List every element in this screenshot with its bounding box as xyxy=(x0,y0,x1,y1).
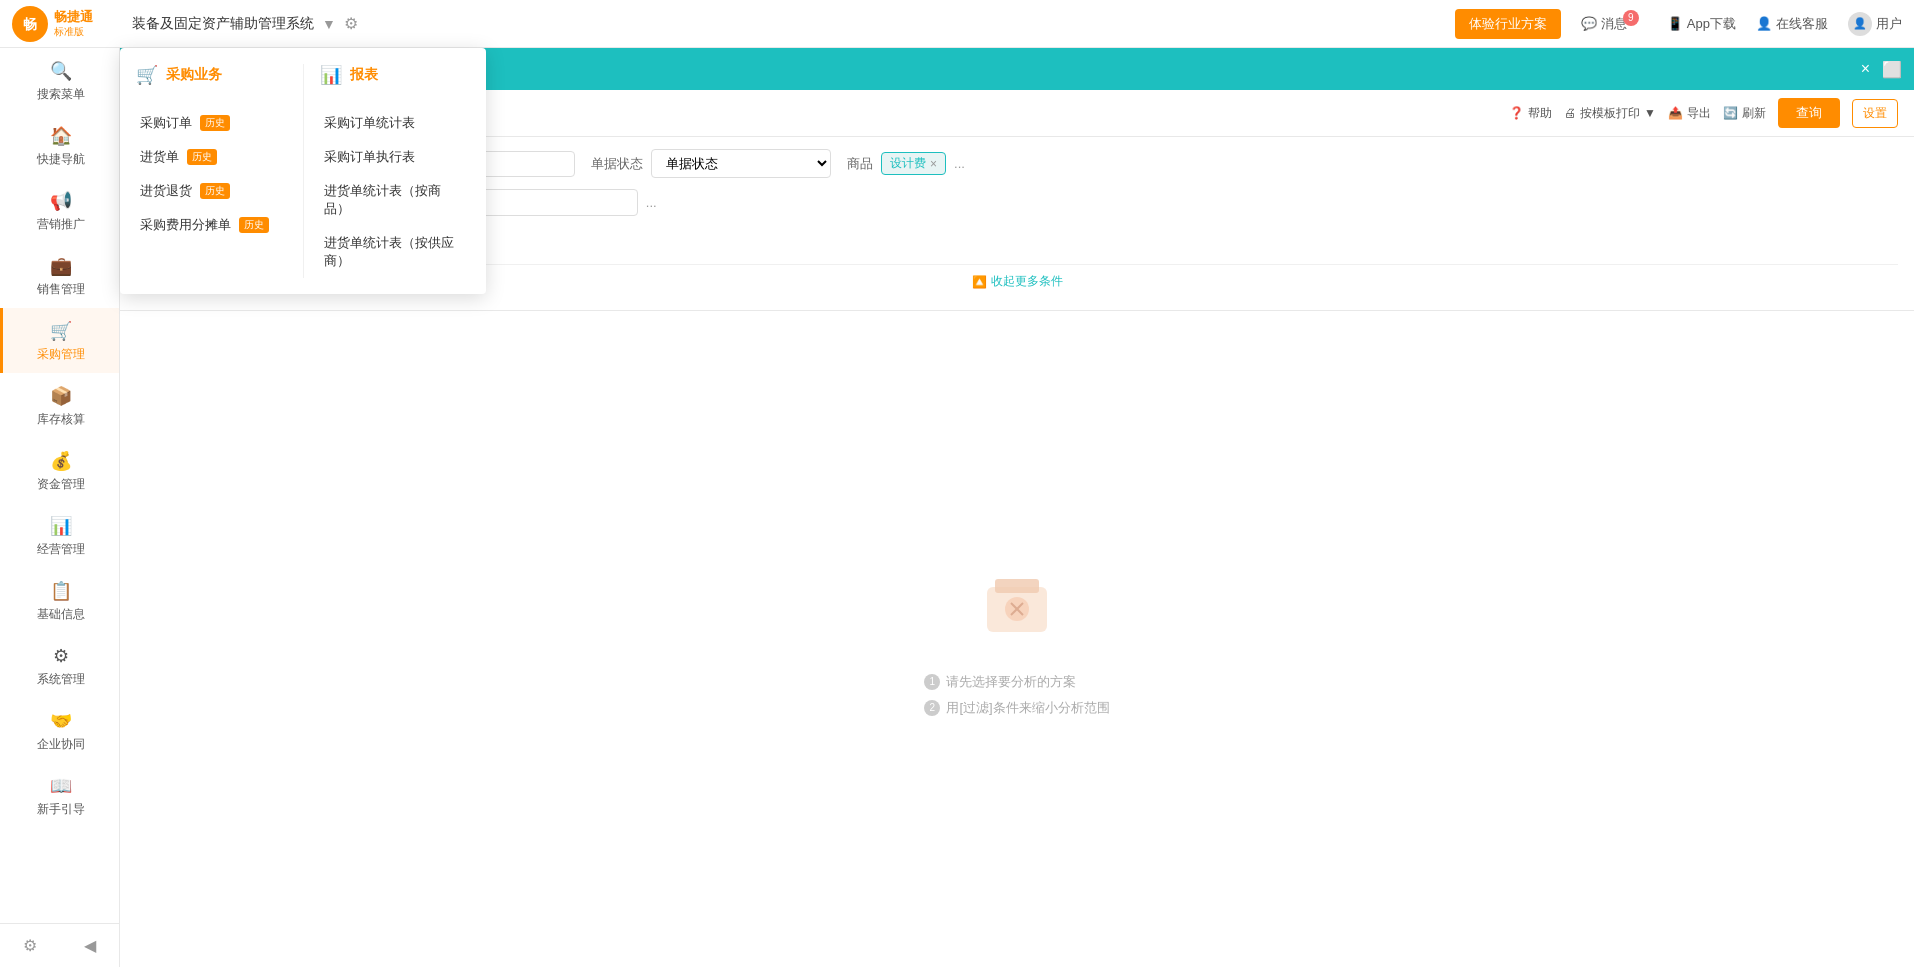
app-download-item[interactable]: 📱 App下载 xyxy=(1667,15,1736,33)
dropdown-col-purchase: 🛒 采购业务 采购订单 历史 进货单 历史 进货退货 历史 采购费用分摊单 历史 xyxy=(120,64,303,278)
header-right: 💬 消息 9 📱 App下载 👤 在线客服 👤 用户 xyxy=(1581,12,1902,36)
toolbar-right: ❓ 帮助 🖨 按模板打印 ▼ 📤 导出 🔄 刷新 xyxy=(1509,98,1898,128)
goods-more-btn[interactable]: ... xyxy=(954,156,965,171)
sidebar-item-finance[interactable]: 💰 资金管理 xyxy=(0,438,119,503)
settings-button[interactable]: 设置 xyxy=(1852,99,1898,128)
refresh-icon: 🔄 xyxy=(1723,106,1738,120)
sales-icon: 💼 xyxy=(50,255,72,277)
refresh-button[interactable]: 🔄 刷新 xyxy=(1723,105,1766,122)
finance-icon: 💰 xyxy=(50,450,72,472)
sidebar-item-operations[interactable]: 📊 经营管理 xyxy=(0,503,119,568)
print-icon: 🖨 xyxy=(1564,106,1576,120)
filter-goods: 商品 设计费 × ... xyxy=(847,152,965,175)
collapse-arrow-icon: 🔼 xyxy=(972,275,987,289)
system-name: 装备及固定资产辅助管理系统 ▼ ⚙ xyxy=(132,14,1455,33)
report-col-icon: 📊 xyxy=(320,64,342,86)
sidebar-settings-icon[interactable]: ⚙ xyxy=(23,936,37,955)
window-close-icon[interactable]: × xyxy=(1861,60,1870,78)
service-icon: 👤 xyxy=(1756,16,1772,31)
user-item[interactable]: 👤 用户 xyxy=(1848,12,1902,36)
guide-icon: 📖 xyxy=(50,775,72,797)
sidebar-item-inventory[interactable]: 📦 库存核算 xyxy=(0,373,119,438)
goods-tag: 设计费 × xyxy=(881,152,946,175)
print-button[interactable]: 🖨 按模板打印 ▼ xyxy=(1564,105,1656,122)
empty-tip-1: 1 请先选择要分析的方案 xyxy=(924,669,1109,695)
sidebar-item-system[interactable]: ⚙ 系统管理 xyxy=(0,633,119,698)
sidebar: 🔍 搜索菜单 🏠 快捷导航 📢 营销推广 💼 销售管理 🛒 采购管理 📦 库存核… xyxy=(0,48,120,967)
sidebar-item-search[interactable]: 🔍 搜索菜单 xyxy=(0,48,119,113)
empty-illustration xyxy=(967,557,1067,657)
purchase-dropdown-menu: 🛒 采购业务 采购订单 历史 进货单 历史 进货退货 历史 采购费用分摊单 历史… xyxy=(120,48,486,294)
sidebar-bottom: ⚙ ◀ xyxy=(0,923,119,967)
dropdown-item-purchase-order[interactable]: 采购订单 历史 xyxy=(136,106,287,140)
goods-tag-close[interactable]: × xyxy=(930,157,937,171)
dropdown-item-inbound-stat-supplier[interactable]: 进货单统计表（按供应商） xyxy=(320,226,471,278)
dropdown-item-inbound-return[interactable]: 进货退货 历史 xyxy=(136,174,287,208)
system-icon: ⚙ xyxy=(53,645,69,667)
dropdown-item-inbound[interactable]: 进货单 历史 xyxy=(136,140,287,174)
sidebar-item-purchase[interactable]: 🛒 采购管理 xyxy=(0,308,119,373)
purchase-col-icon: 🛒 xyxy=(136,64,158,86)
hist-badge-4: 历史 xyxy=(239,217,269,233)
export-button[interactable]: 📤 导出 xyxy=(1668,105,1711,122)
dropdown-item-purchase-fee[interactable]: 采购费用分摊单 历史 xyxy=(136,208,287,242)
sidebar-item-marketing[interactable]: 📢 营销推广 xyxy=(0,178,119,243)
sidebar-item-nav[interactable]: 🏠 快捷导航 xyxy=(0,113,119,178)
tab-bar-actions: × ⬜ xyxy=(1861,60,1914,79)
phone-icon: 📱 xyxy=(1667,16,1683,31)
doc-status-select[interactable]: 单据状态 xyxy=(651,149,831,178)
salesman-more-btn[interactable]: ... xyxy=(646,195,657,210)
purchase-icon: 🛒 xyxy=(50,320,72,342)
window-maximize-icon[interactable]: ⬜ xyxy=(1882,60,1902,79)
avatar-icon: 👤 xyxy=(1848,12,1872,36)
logo-area: 畅 畅捷通 标准版 xyxy=(12,6,132,42)
message-badge: 9 xyxy=(1623,10,1639,26)
cooperation-icon: 🤝 xyxy=(50,710,72,732)
hist-badge-3: 历史 xyxy=(200,183,230,199)
search-icon: 🔍 xyxy=(50,60,72,82)
query-button[interactable]: 查询 xyxy=(1778,98,1840,128)
empty-tip-2: 2 用[过滤]条件来缩小分析范围 xyxy=(924,695,1109,721)
system-dropdown-arrow[interactable]: ▼ xyxy=(322,16,336,32)
logo-text: 畅捷通 标准版 xyxy=(54,9,93,39)
basic-info-icon: 📋 xyxy=(50,580,72,602)
dropdown-item-purchase-order-exec[interactable]: 采购订单执行表 xyxy=(320,140,471,174)
hist-badge-2: 历史 xyxy=(187,149,217,165)
settings-icon[interactable]: ⚙ xyxy=(344,14,358,33)
sidebar-item-cooperation[interactable]: 🤝 企业协同 xyxy=(0,698,119,763)
print-dropdown-icon[interactable]: ▼ xyxy=(1644,106,1656,120)
logo-icon: 畅 xyxy=(12,6,48,42)
svg-text:畅: 畅 xyxy=(23,16,37,32)
dropdown-item-inbound-stat-goods[interactable]: 进货单统计表（按商品） xyxy=(320,174,471,226)
svg-rect-3 xyxy=(995,579,1039,593)
dropdown-col-report: 📊 报表 采购订单统计表 采购订单执行表 进货单统计表（按商品） 进货单统计表（… xyxy=(303,64,487,278)
home-icon: 🏠 xyxy=(50,125,72,147)
dropdown-report-title: 📊 报表 xyxy=(320,64,471,94)
online-service-item[interactable]: 👤 在线客服 xyxy=(1756,15,1828,33)
hist-badge-1: 历史 xyxy=(200,115,230,131)
export-icon: 📤 xyxy=(1668,106,1683,120)
message-icon: 💬 xyxy=(1581,16,1597,31)
empty-tips: 1 请先选择要分析的方案 2 用[过滤]条件来缩小分析范围 xyxy=(924,669,1109,721)
message-item[interactable]: 💬 消息 9 xyxy=(1581,15,1647,33)
industry-button[interactable]: 体验行业方案 xyxy=(1455,9,1561,39)
top-header: 畅 畅捷通 标准版 装备及固定资产辅助管理系统 ▼ ⚙ 体验行业方案 💬 消息 … xyxy=(0,0,1914,48)
help-icon: ❓ xyxy=(1509,106,1524,120)
sidebar-item-basic-info[interactable]: 📋 基础信息 xyxy=(0,568,119,633)
help-button[interactable]: ❓ 帮助 xyxy=(1509,105,1552,122)
marketing-icon: 📢 xyxy=(50,190,72,212)
sidebar-item-guide[interactable]: 📖 新手引导 xyxy=(0,763,119,828)
sidebar-item-sales[interactable]: 💼 销售管理 xyxy=(0,243,119,308)
operations-icon: 📊 xyxy=(50,515,72,537)
dropdown-purchase-title: 🛒 采购业务 xyxy=(136,64,287,94)
filter-doc-status: 单据状态 单据状态 xyxy=(591,149,831,178)
empty-state: 1 请先选择要分析的方案 2 用[过滤]条件来缩小分析范围 xyxy=(120,311,1914,967)
dropdown-item-purchase-order-stat[interactable]: 采购订单统计表 xyxy=(320,106,471,140)
sidebar-collapse-icon[interactable]: ◀ xyxy=(84,936,96,955)
inventory-icon: 📦 xyxy=(50,385,72,407)
